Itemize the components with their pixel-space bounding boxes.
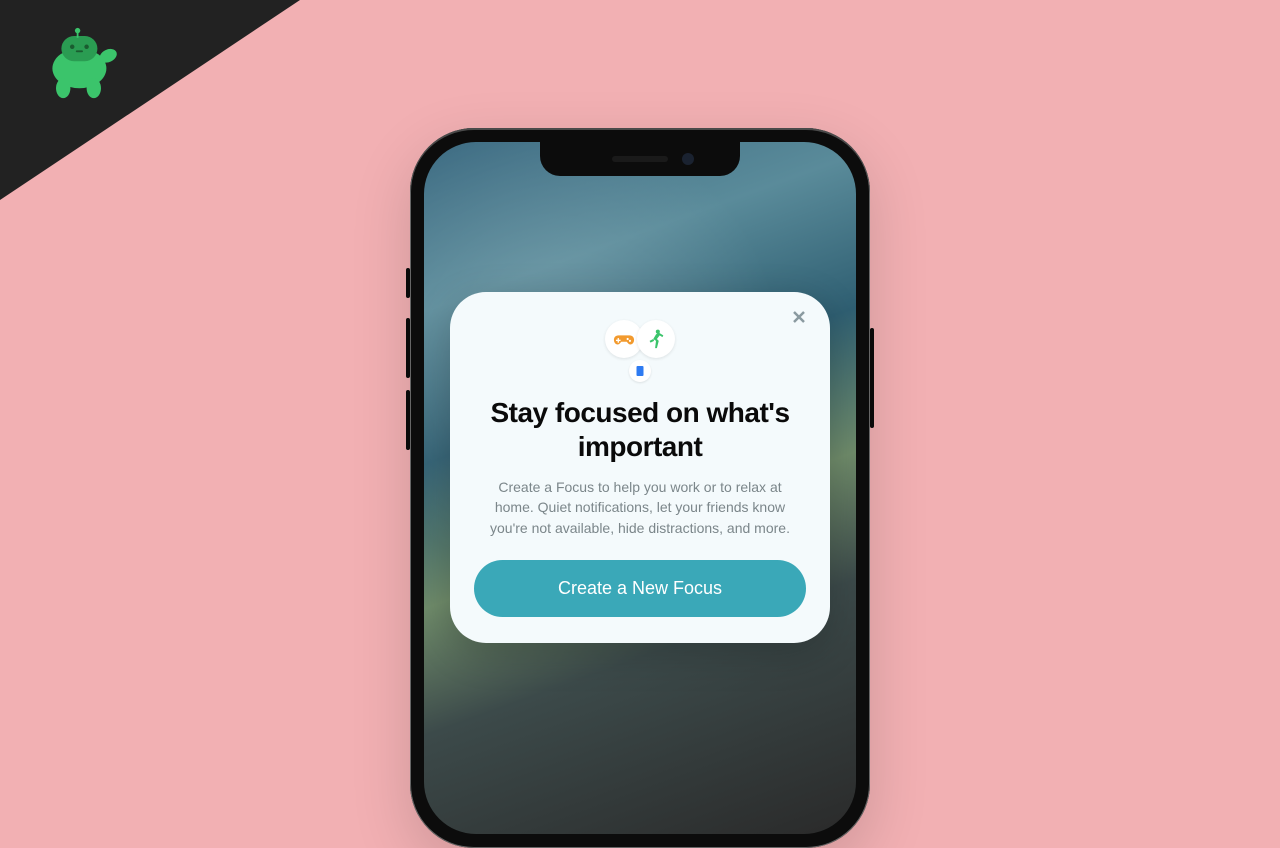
- mute-switch: [406, 268, 410, 298]
- close-button[interactable]: [788, 310, 810, 332]
- focus-intro-card: Stay focused on what's important Create …: [450, 292, 830, 643]
- reading-icon: [629, 360, 651, 382]
- site-logo: [38, 18, 128, 108]
- power-button: [870, 328, 874, 428]
- phone-frame: Stay focused on what's important Create …: [410, 128, 870, 848]
- create-focus-button[interactable]: Create a New Focus: [474, 560, 806, 617]
- front-camera: [682, 153, 694, 165]
- volume-up: [406, 318, 410, 378]
- volume-down: [406, 390, 410, 450]
- card-body: Create a Focus to help you work or to re…: [474, 477, 806, 538]
- card-heading: Stay focused on what's important: [474, 396, 806, 463]
- focus-icons: [474, 320, 806, 358]
- fitness-icon: [637, 320, 675, 358]
- speaker-grille: [612, 156, 668, 162]
- phone-screen: Stay focused on what's important Create …: [424, 142, 856, 834]
- close-icon: [792, 310, 806, 324]
- notch: [540, 142, 740, 176]
